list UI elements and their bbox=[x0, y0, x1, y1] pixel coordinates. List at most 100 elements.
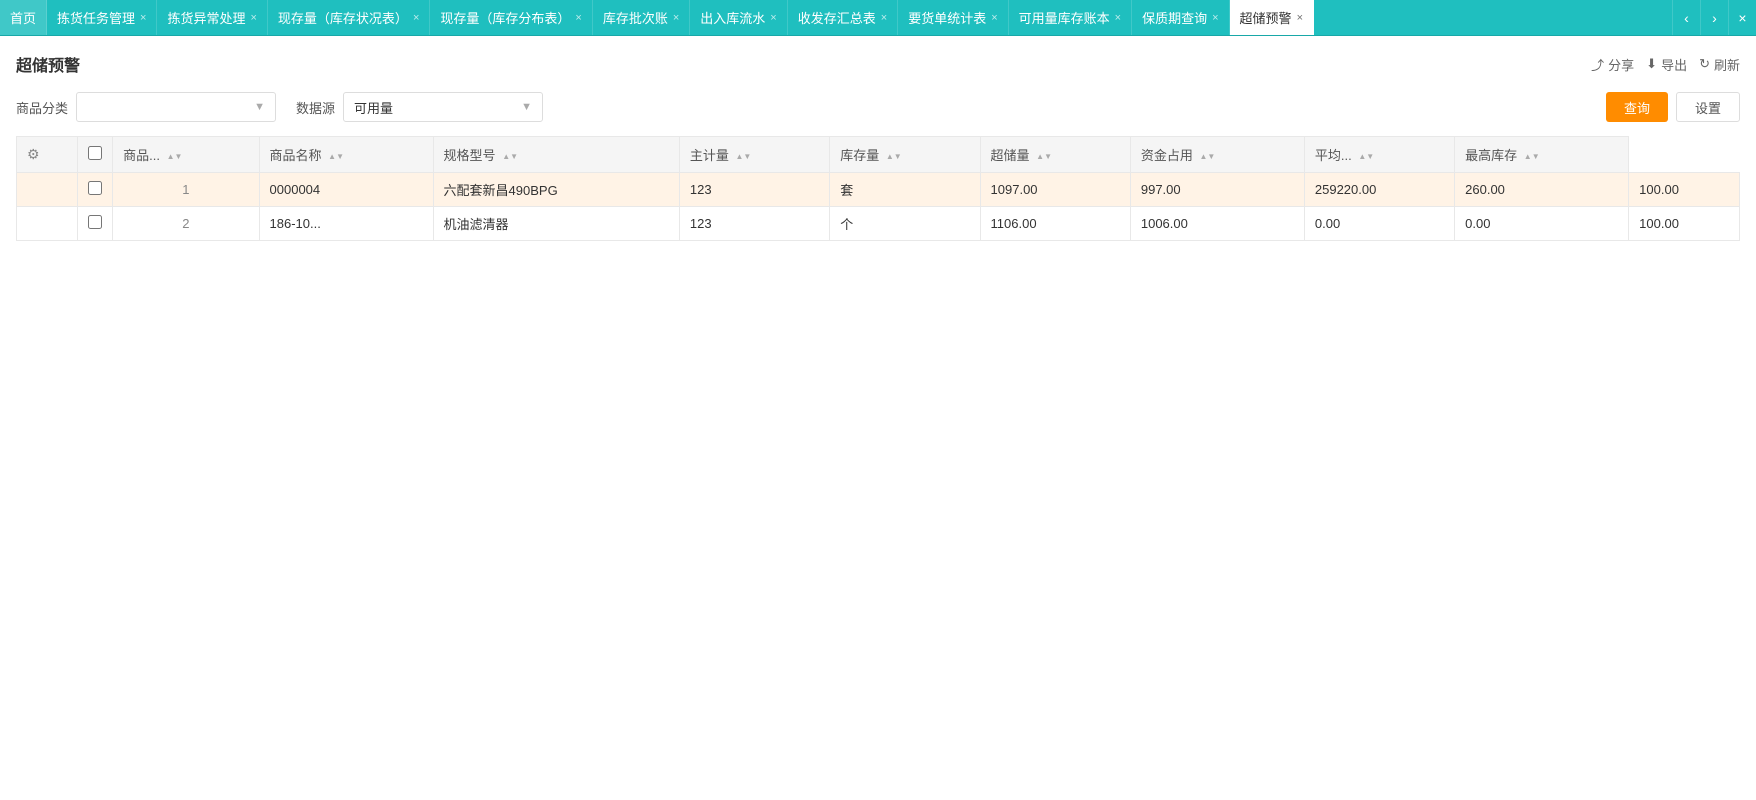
nav-inout-flow[interactable]: 出入库流水 × bbox=[690, 0, 787, 35]
nav-close-recv[interactable]: × bbox=[881, 12, 887, 24]
th-product-name[interactable]: 商品名称 ▲▼ bbox=[259, 137, 433, 173]
nav-close-inv-dist[interactable]: × bbox=[575, 12, 581, 24]
nav-inventory-status[interactable]: 现存量（库存状况表） × bbox=[268, 0, 430, 35]
row-avg-cost: 260.00 bbox=[1455, 173, 1629, 207]
datasource-select[interactable]: 可用量 ▼ bbox=[343, 92, 543, 122]
th-stock[interactable]: 库存量 ▲▼ bbox=[830, 137, 980, 173]
nav-arrow-group: ‹ › × bbox=[1672, 0, 1756, 36]
sort-max-stock-icon: ▲▼ bbox=[1524, 153, 1540, 161]
table-header-row: ⚙ 商品... ▲▼ 商品名称 ▲▼ 规格型号 ▲▼ 主计 bbox=[17, 137, 1740, 173]
sort-spec-icon: ▲▼ bbox=[502, 153, 518, 161]
category-select[interactable]: ▼ bbox=[76, 92, 276, 122]
query-button[interactable]: 查询 bbox=[1606, 92, 1668, 122]
nav-available-ledger[interactable]: 可用量库存账本 × bbox=[1009, 0, 1132, 35]
share-icon: ⤴ bbox=[1591, 55, 1604, 74]
row-spec: 123 bbox=[679, 173, 829, 207]
row-product-name: 六配套新昌490BPG bbox=[433, 173, 679, 207]
row-stock: 1106.00 bbox=[980, 207, 1130, 241]
refresh-button[interactable]: ↻ 刷新 bbox=[1699, 55, 1740, 74]
nav-next-button[interactable]: › bbox=[1700, 0, 1728, 36]
page-title: 超储预警 bbox=[16, 52, 80, 76]
th-overstock[interactable]: 超储量 ▲▼ bbox=[980, 137, 1130, 173]
datasource-chevron-icon: ▼ bbox=[521, 101, 532, 113]
row-product-name: 机油滤清器 bbox=[433, 207, 679, 241]
nav-close-inout[interactable]: × bbox=[770, 12, 776, 24]
row-stock: 1097.00 bbox=[980, 173, 1130, 207]
row-max-stock: 100.00 bbox=[1629, 207, 1740, 241]
datasource-label: 数据源 bbox=[296, 98, 335, 117]
refresh-icon: ↻ bbox=[1699, 56, 1710, 72]
row-max-stock: 100.00 bbox=[1629, 173, 1740, 207]
select-all-checkbox[interactable] bbox=[88, 146, 102, 160]
nav-overstock-warning[interactable]: 超储预警 × bbox=[1230, 0, 1314, 35]
row-product-code: 186-10... bbox=[259, 207, 433, 241]
th-unit[interactable]: 主计量 ▲▼ bbox=[679, 137, 829, 173]
row-capital-occ: 259220.00 bbox=[1304, 173, 1454, 207]
nav-order-stats[interactable]: 要货单统计表 × bbox=[898, 0, 1008, 35]
sort-stock-icon: ▲▼ bbox=[886, 153, 902, 161]
sort-avg-icon: ▲▼ bbox=[1358, 153, 1374, 161]
nav-close-all-button[interactable]: × bbox=[1728, 0, 1756, 36]
sort-overstock-icon: ▲▼ bbox=[1036, 153, 1052, 161]
th-product-code[interactable]: 商品... ▲▼ bbox=[113, 137, 259, 173]
nav-close-inv-batch[interactable]: × bbox=[673, 12, 679, 24]
row-checkbox-cell bbox=[78, 207, 113, 241]
sort-capital-icon: ▲▼ bbox=[1200, 153, 1216, 161]
row-spec: 123 bbox=[679, 207, 829, 241]
category-filter: 商品分类 ▼ bbox=[16, 92, 276, 122]
nav-inventory-dist[interactable]: 现存量（库存分布表） × bbox=[430, 0, 592, 35]
data-table: ⚙ 商品... ▲▼ 商品名称 ▲▼ 规格型号 ▲▼ 主计 bbox=[16, 136, 1740, 241]
nav-recv-summary[interactable]: 收发存汇总表 × bbox=[788, 0, 898, 35]
category-chevron-icon: ▼ bbox=[254, 101, 265, 113]
row-gear-cell bbox=[17, 207, 78, 241]
datasource-filter: 数据源 可用量 ▼ bbox=[296, 92, 543, 122]
row-gear-cell bbox=[17, 173, 78, 207]
category-label: 商品分类 bbox=[16, 98, 68, 117]
nav-prev-button[interactable]: ‹ bbox=[1672, 0, 1700, 36]
row-checkbox[interactable] bbox=[88, 215, 102, 229]
nav-close-order[interactable]: × bbox=[991, 12, 997, 24]
datasource-select-value: 可用量 bbox=[354, 98, 393, 117]
nav-home[interactable]: 首页 bbox=[0, 0, 47, 35]
row-overstock: 997.00 bbox=[1130, 173, 1304, 207]
page-container: 超储预警 ⤴ 分享 ⬇ 导出 ↻ 刷新 商品分类 ▼ 数据源 bbox=[0, 36, 1756, 257]
sort-product-code-icon: ▲▼ bbox=[167, 153, 183, 161]
header-actions: ⤴ 分享 ⬇ 导出 ↻ 刷新 bbox=[1591, 55, 1740, 74]
nav-close-inv-status[interactable]: × bbox=[413, 12, 419, 24]
nav-exception-handling[interactable]: 拣货异常处理 × bbox=[157, 0, 267, 35]
th-avg-cost[interactable]: 平均... ▲▼ bbox=[1304, 137, 1454, 173]
row-capital-occ: 0.00 bbox=[1304, 207, 1454, 241]
row-product-code: 0000004 bbox=[259, 173, 433, 207]
nav-close-task-mgmt[interactable]: × bbox=[140, 12, 146, 24]
th-max-stock[interactable]: 最高库存 ▲▼ bbox=[1455, 137, 1629, 173]
share-button[interactable]: ⤴ 分享 bbox=[1591, 55, 1634, 74]
th-spec[interactable]: 规格型号 ▲▼ bbox=[433, 137, 679, 173]
nav-close-exception[interactable]: × bbox=[250, 12, 256, 24]
nav-close-expiry[interactable]: × bbox=[1212, 12, 1218, 24]
nav-close-overstock[interactable]: × bbox=[1297, 12, 1303, 24]
row-number: 2 bbox=[113, 207, 259, 241]
nav-expiry-query[interactable]: 保质期查询 × bbox=[1132, 0, 1229, 35]
row-checkbox[interactable] bbox=[88, 181, 102, 195]
gear-settings-icon[interactable]: ⚙ bbox=[27, 146, 40, 162]
sort-product-name-icon: ▲▼ bbox=[328, 153, 344, 161]
row-unit: 套 bbox=[830, 173, 980, 207]
table-row: 2 186-10... 机油滤清器 123 个 1106.00 1006.00 … bbox=[17, 207, 1740, 241]
nav-inventory-batch[interactable]: 库存批次账 × bbox=[593, 0, 690, 35]
export-button[interactable]: ⬇ 导出 bbox=[1646, 55, 1687, 74]
sort-unit-icon: ▲▼ bbox=[736, 153, 752, 161]
row-number: 1 bbox=[113, 173, 259, 207]
settings-button[interactable]: 设置 bbox=[1676, 92, 1740, 122]
filter-actions: 查询 设置 bbox=[1606, 92, 1740, 122]
table-row: 1 0000004 六配套新昌490BPG 123 套 1097.00 997.… bbox=[17, 173, 1740, 207]
th-checkbox bbox=[78, 137, 113, 173]
row-unit: 个 bbox=[830, 207, 980, 241]
th-capital-occ[interactable]: 资金占用 ▲▼ bbox=[1130, 137, 1304, 173]
nav-task-mgmt[interactable]: 拣货任务管理 × bbox=[47, 0, 157, 35]
row-checkbox-cell bbox=[78, 173, 113, 207]
export-icon: ⬇ bbox=[1646, 56, 1657, 72]
top-navigation: 首页 拣货任务管理 × 拣货异常处理 × 现存量（库存状况表） × 现存量（库存… bbox=[0, 0, 1756, 36]
th-settings: ⚙ bbox=[17, 137, 78, 173]
nav-close-avail[interactable]: × bbox=[1115, 12, 1121, 24]
row-avg-cost: 0.00 bbox=[1455, 207, 1629, 241]
